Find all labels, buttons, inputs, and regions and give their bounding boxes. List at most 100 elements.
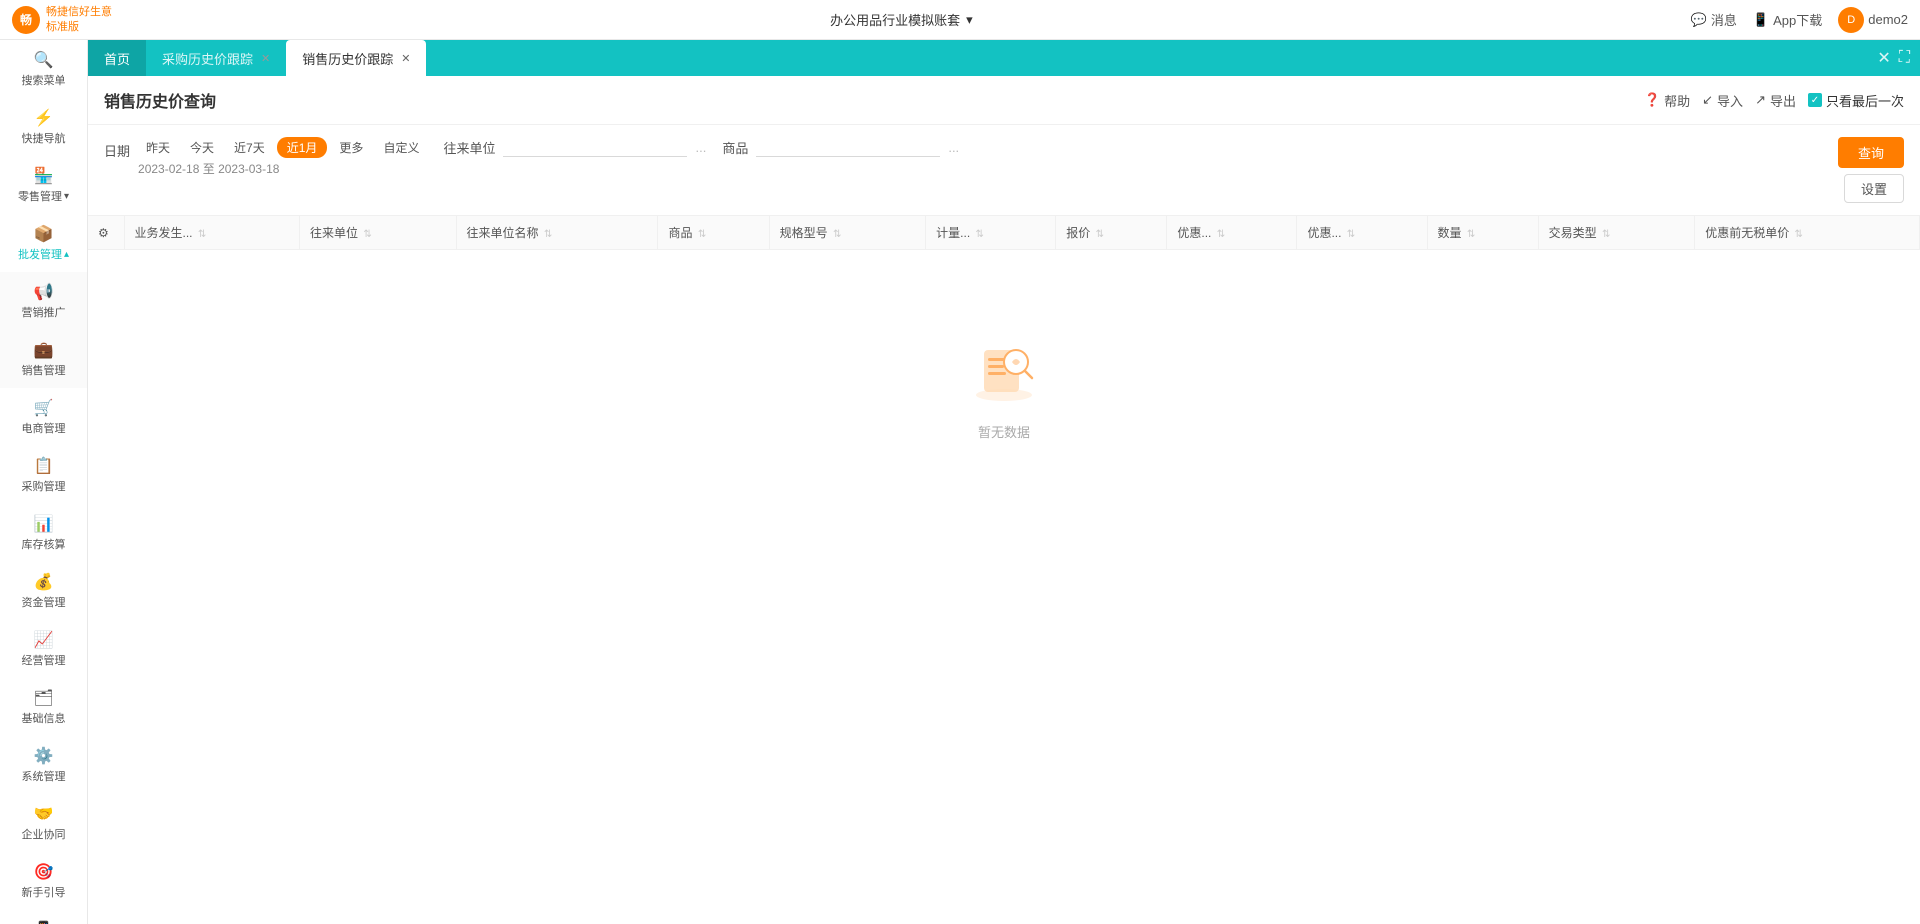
chevron-up-icon: ▴ [64, 249, 69, 260]
download-icon: 📱 [1753, 12, 1769, 28]
wholesale-icon: 📦 [34, 224, 54, 244]
product-filter-input[interactable] [756, 137, 940, 157]
sidebar-item-sales-mgmt[interactable]: 💼 销售管理 [0, 330, 87, 388]
col-pretax-price[interactable]: 优惠前无税单价 ⇅ [1695, 216, 1920, 250]
search-icon: 🔍 [34, 50, 54, 70]
sidebar-item-wholesale[interactable]: 📦 批发管理 ▴ [0, 214, 87, 272]
table-header: ⚙ 业务发生... ⇅ 往来单位 ⇅ 往来单位名称 ⇅ [88, 216, 1920, 250]
tab-home[interactable]: 首页 [88, 40, 146, 76]
tab-sales-history[interactable]: 销售历史价跟踪 ✕ [286, 40, 426, 76]
partner-filter-ellipsis[interactable]: ... [695, 140, 706, 155]
partner-filter-group: 往来单位 ... [443, 137, 706, 157]
date-btn-yesterday[interactable]: 昨天 [138, 137, 178, 158]
purchase-icon: 📋 [34, 456, 54, 476]
page-header: 销售历史价查询 ❓ 帮助 ↙ 导入 ↗ 导出 ✓ 只看最后一次 [88, 76, 1920, 125]
sidebar-item-shortcut[interactable]: ⚡ 快捷导航 [0, 98, 87, 156]
logo-icon: 畅 [12, 6, 40, 34]
col-quantity-label: 数量 [1438, 226, 1462, 240]
col-discount2[interactable]: 优惠... ⇅ [1297, 216, 1427, 250]
user-avatar-btn[interactable]: D demo2 [1838, 7, 1908, 33]
sidebar-item-search[interactable]: 🔍 搜索菜单 [0, 40, 87, 98]
tab-purchase-history[interactable]: 采购历史价跟踪 ✕ [146, 40, 286, 76]
sidebar-item-purchase[interactable]: 📋 采购管理 [0, 446, 87, 504]
col-partner-code[interactable]: 往来单位 ⇅ [299, 216, 456, 250]
date-btn-custom[interactable]: 自定义 [375, 137, 427, 158]
workspace-selector[interactable]: 办公用品行业模拟账套 ▾ [830, 10, 973, 29]
sidebar-item-system[interactable]: ⚙️ 系统管理 [0, 736, 87, 794]
sort-icon-product: ⇅ [698, 229, 706, 240]
base-icon: 🗂 [33, 688, 53, 708]
chevron-down-icon: ▾ [64, 191, 69, 202]
product-filter-ellipsis[interactable]: ... [948, 140, 959, 155]
sidebar-item-base[interactable]: 🗂 基础信息 [0, 678, 87, 736]
app-download-btn[interactable]: 📱 App下载 [1753, 10, 1822, 29]
col-settings[interactable]: ⚙ [88, 216, 124, 250]
fullscreen-btn[interactable]: ⛶ [1899, 49, 1910, 67]
tab-close-sales[interactable]: ✕ [401, 52, 410, 65]
col-product[interactable]: 商品 ⇅ [658, 216, 769, 250]
col-discount1-label: 优惠... [1177, 226, 1211, 240]
date-btn-today[interactable]: 今天 [182, 137, 222, 158]
sidebar-item-retail[interactable]: 🏪 零售管理 ▾ [0, 156, 87, 214]
sidebar-item-operations[interactable]: 📈 经营管理 [0, 620, 87, 678]
message-btn[interactable]: 💬 消息 [1691, 10, 1737, 29]
marketing-icon: 📢 [34, 282, 54, 302]
tab-bar-actions: ✕ ⛶ [1877, 48, 1920, 68]
sidebar-item-enterprise[interactable]: 🤝 企业协同 [0, 794, 87, 852]
sidebar-item-finance[interactable]: 💰 资金管理 [0, 562, 87, 620]
empty-text: 暂无数据 [978, 422, 1030, 441]
sort-icon-discount1: ⇅ [1217, 229, 1225, 240]
logo-area[interactable]: 畅 畅捷信好生意 标准版 [12, 5, 112, 34]
import-btn[interactable]: ↙ 导入 [1702, 91, 1743, 110]
page-actions: ❓ 帮助 ↙ 导入 ↗ 导出 ✓ 只看最后一次 [1644, 91, 1904, 110]
date-btn-more[interactable]: 更多 [331, 137, 371, 158]
col-unit-label: 计量... [936, 226, 970, 240]
ecommerce-icon: 🛒 [34, 398, 54, 418]
empty-state: 暂无数据 [88, 250, 1920, 521]
system-icon: ⚙️ [34, 746, 54, 766]
date-btn-1month[interactable]: 近1月 [277, 137, 328, 158]
col-biz-date[interactable]: 业务发生... ⇅ [124, 216, 299, 250]
sidebar-item-ecommerce[interactable]: 🛒 电商管理 [0, 388, 87, 446]
export-btn[interactable]: ↗ 导出 [1755, 91, 1796, 110]
sales-icon: 💼 [34, 340, 54, 360]
operations-icon: 📈 [34, 630, 54, 650]
sort-icon-pretax-price: ⇅ [1795, 229, 1803, 240]
close-all-tabs-btn[interactable]: ✕ [1877, 48, 1890, 68]
date-filter-group: 日期 昨天 今天 近7天 近1月 更多 自定义 2023-02-18 至 202… [104, 137, 427, 177]
sidebar-item-marketing[interactable]: 📢 营销推广 [0, 272, 87, 330]
empty-icon [964, 330, 1044, 410]
sidebar-item-guide[interactable]: 🎯 新手引导 [0, 852, 87, 910]
col-spec[interactable]: 规格型号 ⇅ [769, 216, 926, 250]
settings-btn[interactable]: 设置 [1844, 174, 1904, 203]
col-partner-name[interactable]: 往来单位名称 ⇅ [456, 216, 658, 250]
home-tab-label: 首页 [104, 49, 130, 68]
only-last-checkbox[interactable]: ✓ 只看最后一次 [1808, 91, 1904, 110]
date-range-display: 2023-02-18 至 2023-03-18 [138, 160, 427, 177]
logo-text: 畅捷信好生意 标准版 [46, 5, 112, 34]
query-btn[interactable]: 查询 [1838, 137, 1904, 168]
inventory-icon: 📊 [34, 514, 54, 534]
date-buttons: 昨天 今天 近7天 近1月 更多 自定义 [138, 137, 427, 158]
col-quote[interactable]: 报价 ⇅ [1056, 216, 1167, 250]
col-discount2-label: 优惠... [1307, 226, 1341, 240]
help-btn[interactable]: ❓ 帮助 [1644, 91, 1690, 110]
col-discount1[interactable]: 优惠... ⇅ [1167, 216, 1297, 250]
import-icon: ↙ [1702, 92, 1713, 108]
sidebar-item-inventory[interactable]: 📊 库存核算 [0, 504, 87, 562]
export-icon: ↗ [1755, 92, 1766, 108]
purchase-history-tab-label: 采购历史价跟踪 [162, 49, 253, 68]
col-trade-type[interactable]: 交易类型 ⇅ [1538, 216, 1695, 250]
partner-filter-input[interactable] [503, 137, 687, 157]
sidebar-item-appstore[interactable]: 📱 应用中心 [0, 910, 87, 924]
col-quote-label: 报价 [1066, 226, 1090, 240]
top-bar-left: 畅 畅捷信好生意 标准版 [12, 5, 112, 34]
col-unit[interactable]: 计量... ⇅ [926, 216, 1056, 250]
guide-icon: 🎯 [34, 862, 54, 882]
tab-close-purchase[interactable]: ✕ [261, 52, 270, 65]
col-trade-type-label: 交易类型 [1549, 226, 1597, 240]
avatar: D [1838, 7, 1864, 33]
col-quantity[interactable]: 数量 ⇅ [1427, 216, 1538, 250]
col-spec-label: 规格型号 [780, 226, 828, 240]
date-btn-7days[interactable]: 近7天 [226, 137, 273, 158]
